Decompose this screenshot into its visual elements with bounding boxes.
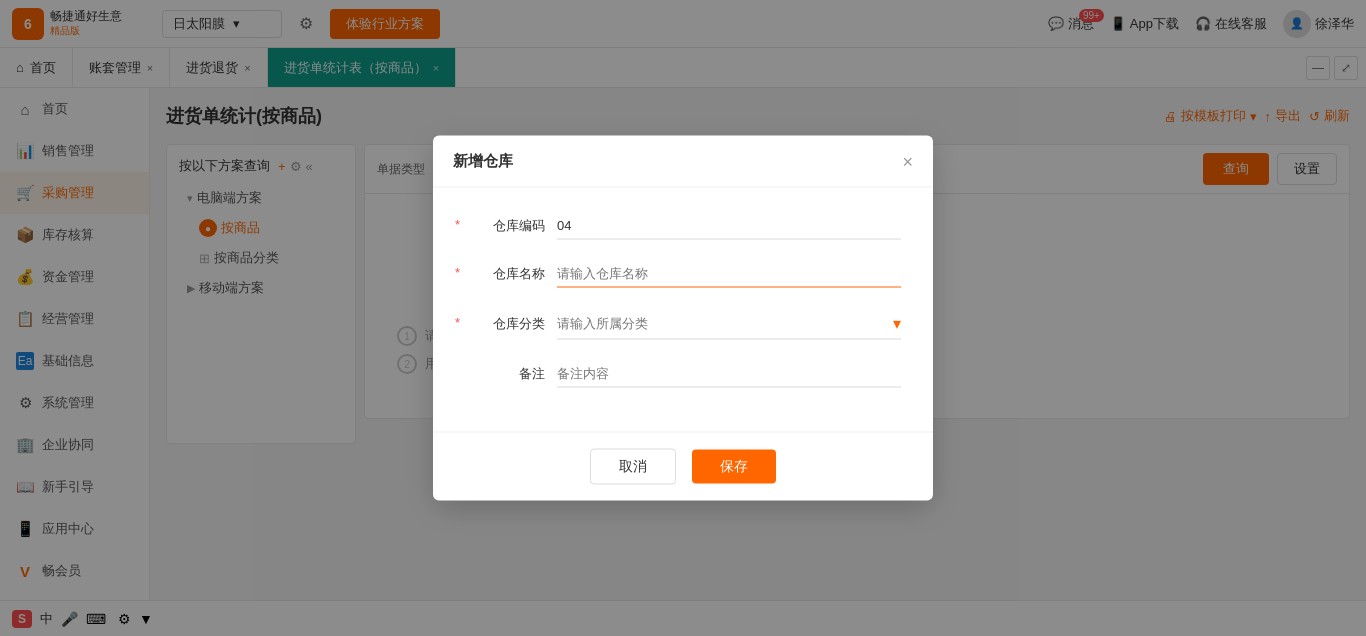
warehouse-note-input[interactable] <box>557 360 901 388</box>
chevron-down-icon[interactable]: ▾ <box>893 314 901 333</box>
warehouse-code-input[interactable] <box>557 212 901 240</box>
warehouse-category-label: 仓库分类 <box>465 315 545 333</box>
warehouse-category-select[interactable]: ▾ <box>557 308 901 340</box>
modal-footer: 取消 保存 <box>433 432 933 501</box>
save-button[interactable]: 保存 <box>692 450 776 484</box>
warehouse-note-row: 备注 <box>465 360 901 388</box>
warehouse-name-label: 仓库名称 <box>465 265 545 283</box>
modal-title: 新增仓库 <box>453 152 513 171</box>
warehouse-category-row: 仓库分类 ▾ <box>465 308 901 340</box>
warehouse-name-row: 仓库名称 <box>465 260 901 288</box>
modal-close-button[interactable]: × <box>902 152 913 170</box>
cancel-button[interactable]: 取消 <box>590 449 676 485</box>
warehouse-code-row: 仓库编码 <box>465 212 901 240</box>
modal-body: 仓库编码 仓库名称 仓库分类 ▾ 备注 <box>433 188 933 432</box>
modal-header: 新增仓库 × <box>433 136 933 188</box>
warehouse-code-label: 仓库编码 <box>465 217 545 235</box>
warehouse-name-input[interactable] <box>557 260 901 288</box>
new-warehouse-modal: 新增仓库 × 仓库编码 仓库名称 仓库分类 ▾ 备注 取消 保存 <box>433 136 933 501</box>
warehouse-category-input[interactable] <box>557 316 893 331</box>
warehouse-note-label: 备注 <box>465 365 545 383</box>
